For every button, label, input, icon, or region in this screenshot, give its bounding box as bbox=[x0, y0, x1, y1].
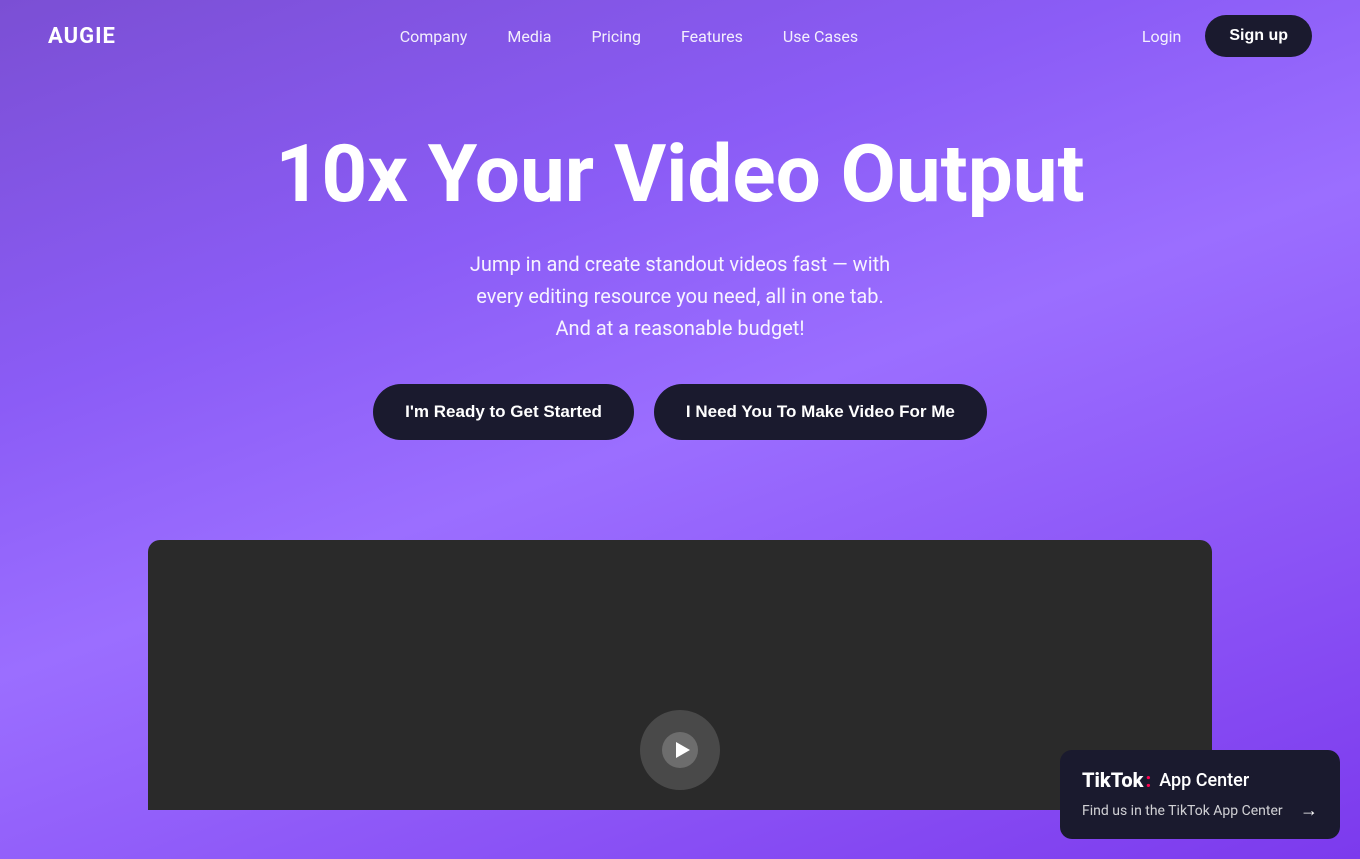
hero-subtitle-line2: every editing resource you need, all in … bbox=[476, 284, 884, 308]
tiktok-badge[interactable]: TikTok: App Center Find us in the TikTok… bbox=[1060, 750, 1340, 839]
brand-logo[interactable]: AUGiE bbox=[48, 24, 116, 49]
nav-item-media[interactable]: Media bbox=[507, 27, 551, 46]
video-container bbox=[148, 540, 1212, 810]
hero-subtitle-line1: Jump in and create standout videos fast … bbox=[470, 252, 890, 276]
tiktok-link-text: Find us in the TikTok App Center bbox=[1082, 803, 1283, 819]
nav-link-use-cases[interactable]: Use Cases bbox=[783, 27, 858, 46]
nav-item-features[interactable]: Features bbox=[681, 27, 743, 46]
login-link[interactable]: Login bbox=[1142, 27, 1181, 46]
nav-item-use-cases[interactable]: Use Cases bbox=[783, 27, 858, 46]
navbar: AUGiE Company Media Pricing Features Use… bbox=[0, 0, 1360, 72]
tiktok-badge-header: TikTok: App Center bbox=[1082, 768, 1318, 792]
tiktok-logo-dot: : bbox=[1145, 768, 1151, 792]
get-started-button[interactable]: I'm Ready to Get Started bbox=[373, 384, 634, 440]
tiktok-arrow-icon: → bbox=[1300, 800, 1318, 821]
hero-subtitle-line3: And at a reasonable budget! bbox=[555, 316, 804, 340]
video-play-icon[interactable] bbox=[640, 710, 720, 790]
nav-link-features[interactable]: Features bbox=[681, 27, 743, 46]
nav-link-company[interactable]: Company bbox=[400, 27, 468, 46]
signup-button[interactable]: Sign up bbox=[1205, 15, 1312, 57]
nav-actions: Login Sign up bbox=[1142, 15, 1312, 57]
make-video-button[interactable]: I Need You To Make Video For Me bbox=[654, 384, 987, 440]
nav-links: Company Media Pricing Features Use Cases bbox=[400, 27, 858, 46]
tiktok-link-row[interactable]: Find us in the TikTok App Center → bbox=[1082, 800, 1318, 821]
hero-title: 10x Your Video Output bbox=[20, 132, 1340, 216]
hero-buttons: I'm Ready to Get Started I Need You To M… bbox=[20, 384, 1340, 440]
nav-link-media[interactable]: Media bbox=[507, 27, 551, 46]
tiktok-logo: TikTok: bbox=[1082, 768, 1151, 792]
hero-section: 10x Your Video Output Jump in and create… bbox=[0, 72, 1360, 540]
tiktok-app-center-label: App Center bbox=[1159, 770, 1249, 791]
hero-subtitle: Jump in and create standout videos fast … bbox=[20, 248, 1340, 344]
tiktok-logo-text: TikTok bbox=[1082, 768, 1143, 792]
nav-item-company[interactable]: Company bbox=[400, 27, 468, 46]
nav-item-pricing[interactable]: Pricing bbox=[591, 27, 641, 46]
nav-link-pricing[interactable]: Pricing bbox=[591, 27, 641, 46]
